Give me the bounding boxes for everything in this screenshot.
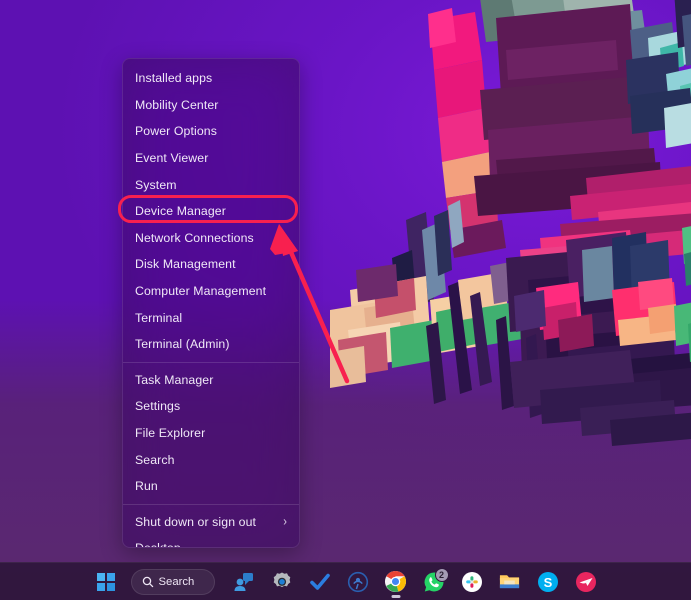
paper-plane-icon xyxy=(575,571,597,593)
desktop-screen: Installed apps Mobility Center Power Opt… xyxy=(0,0,691,600)
menu-item-label: Shut down or sign out xyxy=(135,515,283,529)
taskbar-item-messenger[interactable] xyxy=(569,566,603,598)
search-input[interactable]: Search xyxy=(131,569,215,595)
menu-item-label: Event Viewer xyxy=(135,151,289,165)
menu-item-system[interactable]: System xyxy=(123,171,299,198)
taskbar-item-teams-chat[interactable] xyxy=(227,566,261,598)
taskbar-item-skype[interactable]: S xyxy=(531,566,565,598)
menu-item-mobility-center[interactable]: Mobility Center xyxy=(123,92,299,119)
menu-item-installed-apps[interactable]: Installed apps xyxy=(123,65,299,92)
taskbar-item-slack[interactable] xyxy=(455,566,489,598)
menu-item-label: Search xyxy=(135,453,289,467)
wallpaper-abstract-art xyxy=(330,0,691,460)
menu-item-settings[interactable]: Settings xyxy=(123,393,299,420)
checkmark-icon xyxy=(309,571,331,593)
power-user-menu[interactable]: Installed apps Mobility Center Power Opt… xyxy=(122,58,300,548)
menu-item-label: Terminal xyxy=(135,311,289,325)
menu-item-computer-management[interactable]: Computer Management xyxy=(123,278,299,305)
taskbar-item-settings[interactable] xyxy=(265,566,299,598)
broadcast-icon xyxy=(347,571,369,593)
menu-item-file-explorer[interactable]: File Explorer xyxy=(123,420,299,447)
menu-item-label: Device Manager xyxy=(135,204,289,218)
taskbar-item-file-explorer[interactable] xyxy=(493,566,527,598)
menu-item-terminal[interactable]: Terminal xyxy=(123,304,299,331)
taskbar-item-chrome[interactable] xyxy=(379,566,413,598)
chrome-icon xyxy=(384,570,407,593)
gear-icon xyxy=(271,571,293,593)
menu-item-device-manager[interactable]: Device Manager xyxy=(123,198,299,225)
menu-item-label: Terminal (Admin) xyxy=(135,337,289,351)
menu-item-terminal-admin[interactable]: Terminal (Admin) xyxy=(123,331,299,358)
menu-item-shut-down-or-sign-out[interactable]: Shut down or sign out › xyxy=(123,509,299,536)
menu-item-network-connections[interactable]: Network Connections xyxy=(123,225,299,252)
windows-logo-icon xyxy=(96,572,116,592)
search-icon xyxy=(142,576,154,588)
menu-item-label: File Explorer xyxy=(135,426,289,440)
menu-item-label: Disk Management xyxy=(135,257,289,271)
menu-item-task-manager[interactable]: Task Manager xyxy=(123,367,299,394)
menu-item-label: System xyxy=(135,178,289,192)
menu-item-power-options[interactable]: Power Options xyxy=(123,118,299,145)
svg-text:S: S xyxy=(543,574,552,589)
taskbar[interactable]: Search xyxy=(0,562,691,600)
menu-item-label: Desktop xyxy=(135,541,289,548)
menu-item-search[interactable]: Search xyxy=(123,446,299,473)
skype-icon: S xyxy=(537,571,559,593)
menu-item-label: Mobility Center xyxy=(135,98,289,112)
menu-item-label: Computer Management xyxy=(135,284,289,298)
slack-icon xyxy=(461,571,483,593)
menu-item-label: Installed apps xyxy=(135,71,289,85)
running-indicator xyxy=(391,595,400,598)
chevron-right-icon: › xyxy=(283,515,287,529)
menu-item-label: Power Options xyxy=(135,124,289,138)
menu-item-label: Network Connections xyxy=(135,231,289,245)
taskbar-item-sonar[interactable] xyxy=(341,566,375,598)
notification-badge: 2 xyxy=(435,568,449,582)
menu-item-label: Settings xyxy=(135,399,289,413)
taskbar-item-whatsapp[interactable]: 2 xyxy=(417,566,451,598)
menu-item-disk-management[interactable]: Disk Management xyxy=(123,251,299,278)
menu-divider-2 xyxy=(123,504,299,505)
menu-item-event-viewer[interactable]: Event Viewer xyxy=(123,145,299,172)
menu-item-label: Task Manager xyxy=(135,373,289,387)
chat-person-icon xyxy=(233,571,255,593)
search-placeholder: Search xyxy=(159,576,195,588)
menu-divider-1 xyxy=(123,362,299,363)
start-button[interactable] xyxy=(89,566,123,598)
menu-item-run[interactable]: Run xyxy=(123,473,299,500)
taskbar-item-todo[interactable] xyxy=(303,566,337,598)
menu-item-label: Run xyxy=(135,479,289,493)
menu-item-desktop[interactable]: Desktop xyxy=(123,535,299,548)
folder-icon xyxy=(498,570,521,593)
